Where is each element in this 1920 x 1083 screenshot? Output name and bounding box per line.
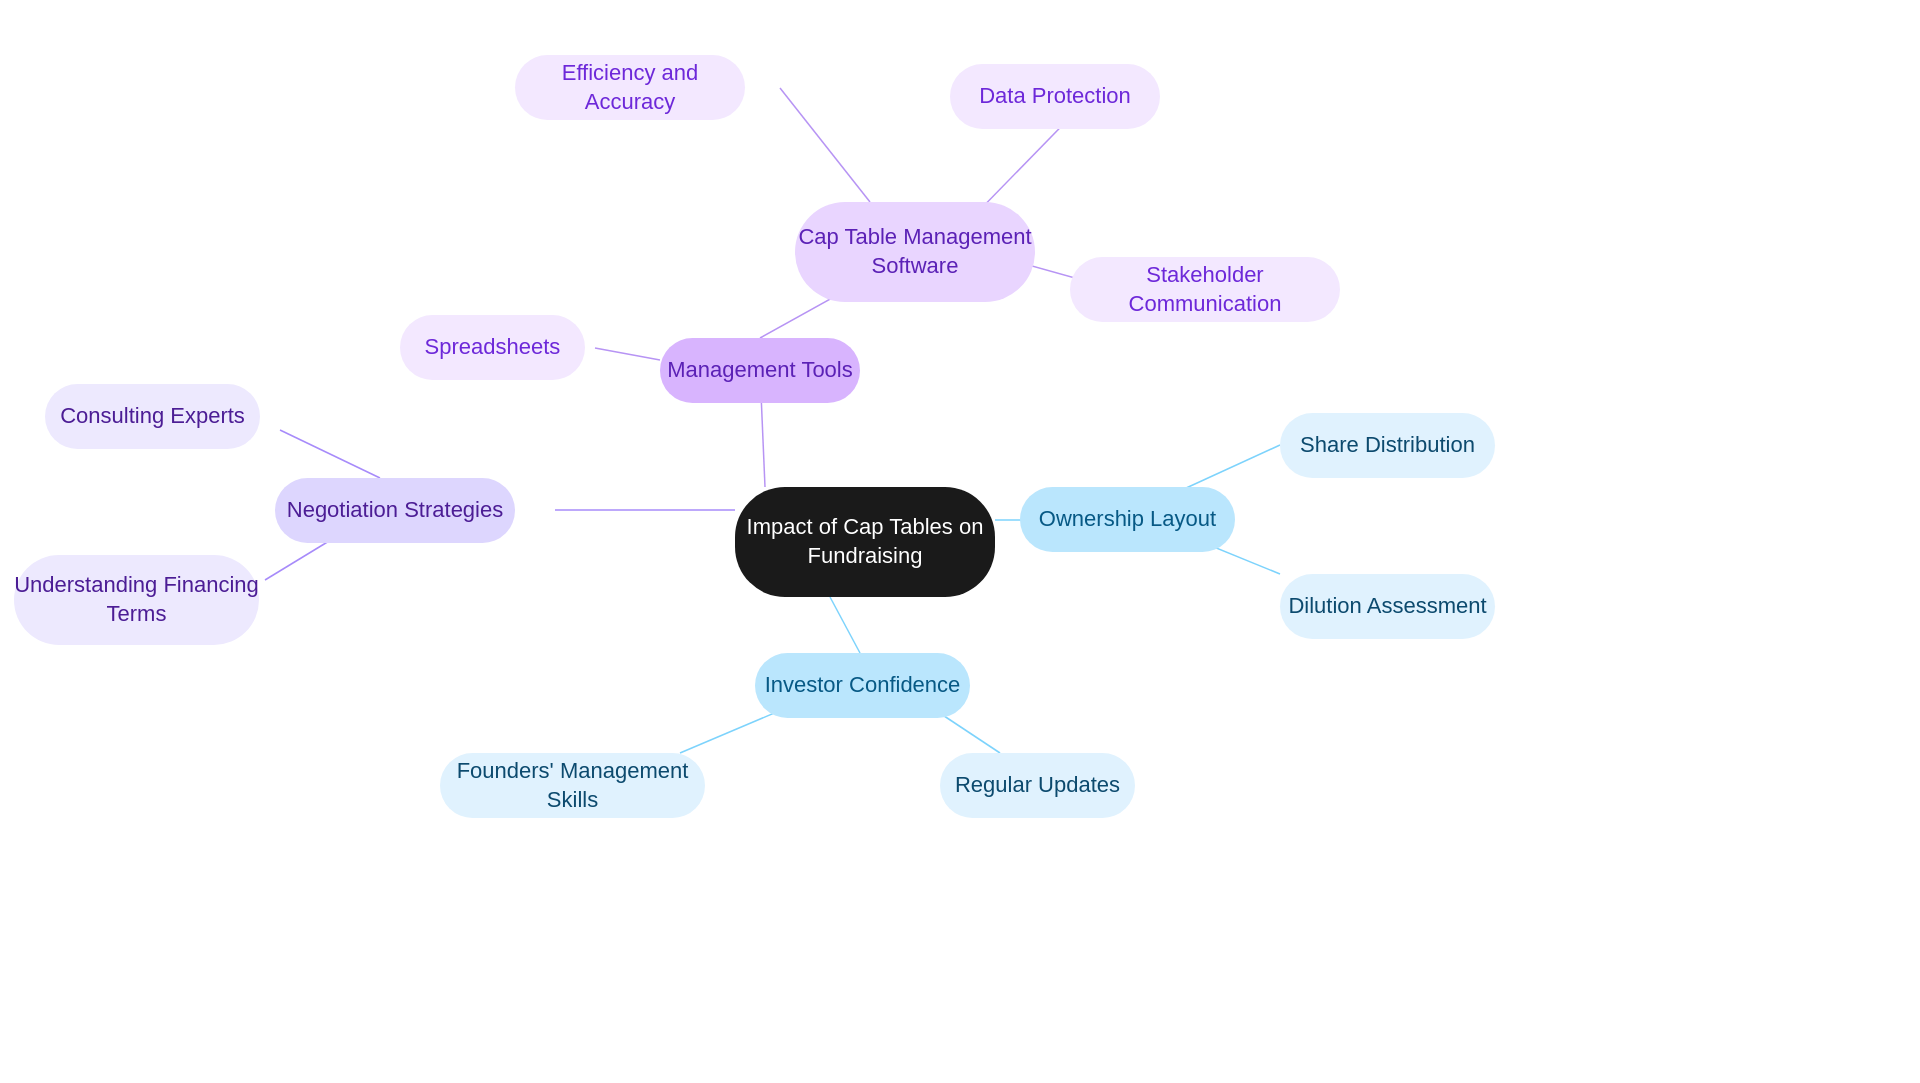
ownership-layout-node: Ownership Layout: [1020, 487, 1235, 552]
regular-updates-label: Regular Updates: [955, 771, 1120, 800]
consulting-node: Consulting Experts: [45, 384, 260, 449]
dilution-assessment-node: Dilution Assessment: [1280, 574, 1495, 639]
regular-updates-node: Regular Updates: [940, 753, 1135, 818]
dilution-assessment-label: Dilution Assessment: [1288, 592, 1486, 621]
share-distribution-label: Share Distribution: [1300, 431, 1475, 460]
svg-line-5: [595, 348, 660, 360]
efficiency-label: Efficiency and Accuracy: [515, 59, 745, 116]
financing-terms-label: Understanding Financing Terms: [14, 571, 259, 628]
negotiation-node: Negotiation Strategies: [275, 478, 515, 543]
financing-terms-node: Understanding Financing Terms: [14, 555, 259, 645]
central-node: Impact of Cap Tables on Fundraising: [735, 487, 995, 597]
cap-table-software-node: Cap Table Management Software: [795, 202, 1035, 302]
cap-table-software-label: Cap Table Management Software: [795, 223, 1035, 280]
data-protection-node: Data Protection: [950, 64, 1160, 129]
data-protection-label: Data Protection: [979, 82, 1131, 111]
svg-line-7: [280, 430, 380, 478]
spreadsheets-node: Spreadsheets: [400, 315, 585, 380]
founders-management-node: Founders' Management Skills: [440, 753, 705, 818]
founders-management-label: Founders' Management Skills: [440, 757, 705, 814]
svg-line-2: [780, 88, 870, 202]
management-tools-label: Management Tools: [667, 356, 853, 385]
investor-confidence-node: Investor Confidence: [755, 653, 970, 718]
consulting-label: Consulting Experts: [60, 402, 245, 431]
investor-confidence-label: Investor Confidence: [765, 671, 961, 700]
stakeholder-label: Stakeholder Communication: [1070, 261, 1340, 318]
efficiency-node: Efficiency and Accuracy: [515, 55, 745, 120]
central-node-label: Impact of Cap Tables on Fundraising: [735, 513, 995, 570]
ownership-layout-label: Ownership Layout: [1039, 505, 1216, 534]
negotiation-label: Negotiation Strategies: [287, 496, 503, 525]
management-tools-node: Management Tools: [660, 338, 860, 403]
svg-line-12: [830, 597, 860, 653]
share-distribution-node: Share Distribution: [1280, 413, 1495, 478]
stakeholder-node: Stakeholder Communication: [1070, 257, 1340, 322]
spreadsheets-label: Spreadsheets: [425, 333, 561, 362]
